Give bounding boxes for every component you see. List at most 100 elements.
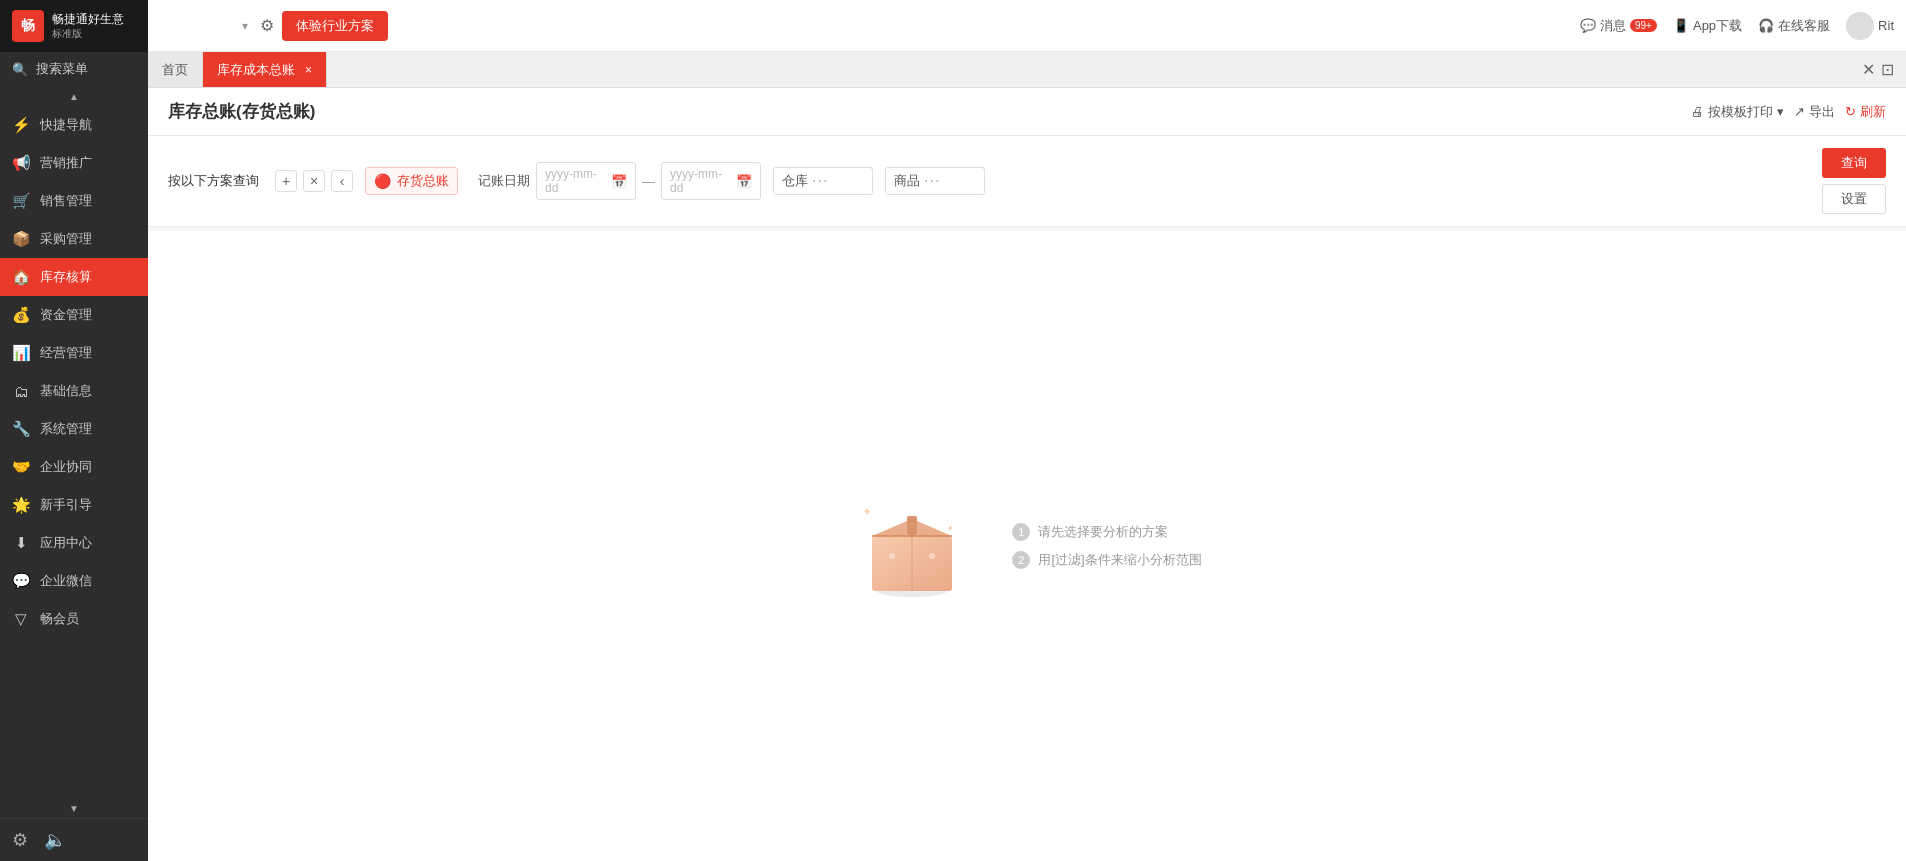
tab-close-icon[interactable]: × xyxy=(305,63,312,77)
breadcrumb-text xyxy=(160,17,238,35)
top-bar: ▾ ⚙ 体验行业方案 💬 消息 99+ 📱 App下载 🎧 在线客服 Rit xyxy=(148,0,1906,52)
app-name: 畅捷通好生意 xyxy=(52,12,124,28)
empty-state: ✦ ✦ 1 请先选择要分析的方案 2 用[过滤]条件来缩小分析范围 xyxy=(148,231,1906,861)
chevron-down-icon[interactable]: ▾ xyxy=(242,19,248,33)
filter-actions: + × ‹ xyxy=(275,170,353,192)
query-button[interactable]: 查询 xyxy=(1822,148,1886,178)
operation-icon: 📊 xyxy=(12,344,30,362)
print-chevron-icon: ▾ xyxy=(1777,104,1784,119)
sidebar-scroll-up[interactable]: ▲ xyxy=(0,86,148,106)
sidebar-item-label: 企业微信 xyxy=(40,572,92,590)
scheme-label: 存货总账 xyxy=(397,172,449,190)
mobile-icon: 📱 xyxy=(1673,18,1689,33)
sidebar-scroll-down[interactable]: ▼ xyxy=(0,798,148,818)
filter-scheme-item[interactable]: 🔴 存货总账 xyxy=(365,167,458,195)
system-icon: 🔧 xyxy=(12,420,30,438)
content-area: 库存总账(存货总账) 🖨 按模板打印 ▾ ↗ 导出 ↻ 刷新 按以下方案查询 xyxy=(148,88,1906,861)
export-button[interactable]: ↗ 导出 xyxy=(1794,103,1835,121)
search-icon: 🔍 xyxy=(12,62,28,77)
hint-num-1: 1 xyxy=(1012,523,1030,541)
sidebar-item-sales[interactable]: 🛒 销售管理 xyxy=(0,182,148,220)
sidebar-item-enterprise[interactable]: 🤝 企业协同 xyxy=(0,448,148,486)
refresh-button[interactable]: ↻ 刷新 xyxy=(1845,103,1886,121)
filter-delete-button[interactable]: × xyxy=(303,170,325,192)
warehouse-more-icon[interactable]: ··· xyxy=(812,172,828,190)
date-start-placeholder: yyyy-mm-dd xyxy=(545,167,607,195)
window-resize-icon[interactable]: ⊡ xyxy=(1881,60,1894,79)
sidebar-item-purchase[interactable]: 📦 采购管理 xyxy=(0,220,148,258)
page-title: 库存总账(存货总账) xyxy=(168,100,315,123)
warehouse-select[interactable]: 仓库 ··· xyxy=(773,167,873,195)
main-area: ▾ ⚙ 体验行业方案 💬 消息 99+ 📱 App下载 🎧 在线客服 Rit xyxy=(148,0,1906,861)
sidebar-item-label: 新手引导 xyxy=(40,496,92,514)
svg-text:✦: ✦ xyxy=(862,505,872,519)
tabs-bar: 首页 库存成本总账 × ✕ ⊡ xyxy=(148,52,1906,88)
product-more-icon[interactable]: ··· xyxy=(924,172,940,190)
sidebar-item-quick-nav[interactable]: ⚡ 快捷导航 xyxy=(0,106,148,144)
top-bar-right: 💬 消息 99+ 📱 App下载 🎧 在线客服 Rit xyxy=(1580,12,1894,40)
inventory-icon: 🏠 xyxy=(12,268,30,286)
breadcrumb: ▾ xyxy=(160,17,248,35)
refresh-label: 刷新 xyxy=(1860,103,1886,121)
app-edition: 标准版 xyxy=(52,27,124,40)
sidebar-item-finance[interactable]: 💰 资金管理 xyxy=(0,296,148,334)
date-start-input[interactable]: yyyy-mm-dd 📅 xyxy=(536,162,636,200)
sidebar-logo: 畅 畅捷通好生意 标准版 xyxy=(0,0,148,52)
tab-inventory-ledger[interactable]: 库存成本总账 × xyxy=(203,52,327,87)
app-download-item[interactable]: 📱 App下载 xyxy=(1673,17,1742,35)
sidebar-item-label: 库存核算 xyxy=(40,268,92,286)
sidebar-item-system[interactable]: 🔧 系统管理 xyxy=(0,410,148,448)
active-tab-label: 库存成本总账 xyxy=(217,61,295,79)
app-center-icon: ⬇ xyxy=(12,534,30,552)
sidebar-item-label: 应用中心 xyxy=(40,534,92,552)
sidebar-item-vip[interactable]: ▽ 畅会员 xyxy=(0,600,148,638)
scheme-red-dot-icon: 🔴 xyxy=(374,173,391,189)
export-label: 导出 xyxy=(1809,103,1835,121)
svg-text:✦: ✦ xyxy=(947,524,954,533)
calendar-end-icon[interactable]: 📅 xyxy=(736,174,752,189)
sidebar-item-app-center[interactable]: ⬇ 应用中心 xyxy=(0,524,148,562)
sidebar-item-inventory[interactable]: 🏠 库存核算 xyxy=(0,258,148,296)
hint-num-2: 2 xyxy=(1012,551,1030,569)
tabs-right: ✕ ⊡ xyxy=(1850,52,1906,87)
sidebar-item-label: 企业协同 xyxy=(40,458,92,476)
message-icon: 💬 xyxy=(1580,18,1596,33)
window-close-icon[interactable]: ✕ xyxy=(1862,60,1875,79)
enterprise-icon: 🤝 xyxy=(12,458,30,476)
sidebar-item-marketing[interactable]: 📢 营销推广 xyxy=(0,144,148,182)
sidebar-item-guide[interactable]: 🌟 新手引导 xyxy=(0,486,148,524)
empty-hint-2: 2 用[过滤]条件来缩小分析范围 xyxy=(1012,551,1201,569)
search-menu-item[interactable]: 🔍 搜索菜单 xyxy=(0,52,148,86)
filter-add-button[interactable]: + xyxy=(275,170,297,192)
filter-collapse-button[interactable]: ‹ xyxy=(331,170,353,192)
tab-home[interactable]: 首页 xyxy=(148,52,203,87)
user-avatar-item[interactable]: Rit xyxy=(1846,12,1894,40)
sidebar-item-operation[interactable]: 📊 经营管理 xyxy=(0,334,148,372)
topbar-settings-icon[interactable]: ⚙ xyxy=(260,16,274,35)
settings-button[interactable]: 设置 xyxy=(1822,184,1886,214)
sidebar-item-basic[interactable]: 🗂 基础信息 xyxy=(0,372,148,410)
date-end-input[interactable]: yyyy-mm-dd 📅 xyxy=(661,162,761,200)
sidebar-item-label: 畅会员 xyxy=(40,610,79,628)
date-separator: — xyxy=(642,174,655,189)
purchase-icon: 📦 xyxy=(12,230,30,248)
audio-icon[interactable]: 🔈 xyxy=(44,829,66,851)
date-end-placeholder: yyyy-mm-dd xyxy=(670,167,732,195)
svg-rect-2 xyxy=(907,516,917,536)
industry-solution-button[interactable]: 体验行业方案 xyxy=(282,11,388,41)
logo-icon: 畅 xyxy=(12,10,44,42)
online-service-item[interactable]: 🎧 在线客服 xyxy=(1758,17,1830,35)
user-avatar xyxy=(1846,12,1874,40)
message-item[interactable]: 💬 消息 99+ xyxy=(1580,17,1657,35)
calendar-start-icon[interactable]: 📅 xyxy=(611,174,627,189)
marketing-icon: 📢 xyxy=(12,154,30,172)
product-select[interactable]: 商品 ··· xyxy=(885,167,985,195)
settings-icon[interactable]: ⚙ xyxy=(12,829,28,851)
sidebar-item-wechat[interactable]: 💬 企业微信 xyxy=(0,562,148,600)
guide-icon: 🌟 xyxy=(12,496,30,514)
print-button[interactable]: 🖨 按模板打印 ▾ xyxy=(1691,103,1784,121)
quick-nav-icon: ⚡ xyxy=(12,116,30,134)
filter-right-buttons: 查询 设置 xyxy=(1822,148,1886,214)
empty-illustration: ✦ ✦ xyxy=(852,486,972,606)
sidebar-nav: ⚡ 快捷导航 📢 营销推广 🛒 销售管理 📦 采购管理 🏠 库存核算 💰 资金管… xyxy=(0,106,148,798)
